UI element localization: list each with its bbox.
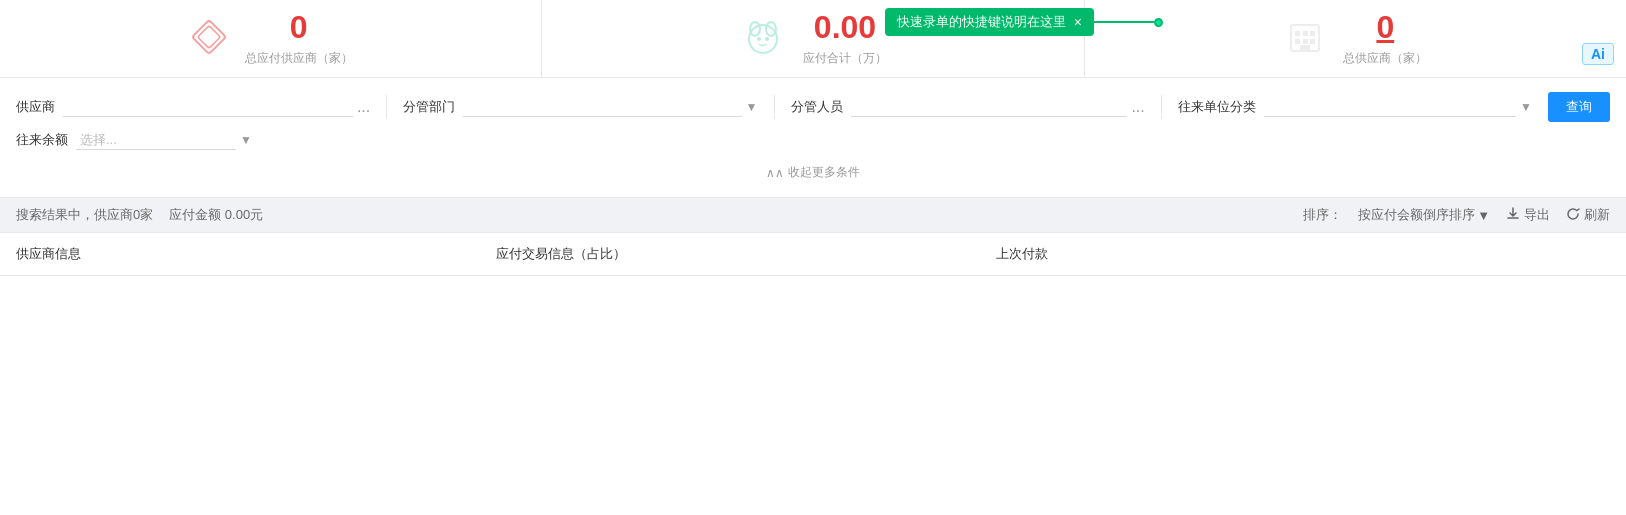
department-input[interactable]: [463, 97, 741, 117]
tooltip-text: 快速录单的快捷键说明在这里: [897, 13, 1066, 31]
export-button[interactable]: 导出: [1506, 206, 1550, 224]
tooltip-wrapper: 快速录单的快捷键说明在这里 ×: [885, 8, 1163, 36]
filter-bar: 供应商 ... 分管部门 ▼ 分管人员 ... 往来单位分类 ▼ 查询: [0, 78, 1626, 198]
tooltip-close-btn[interactable]: ×: [1074, 14, 1082, 30]
stat-total-suppliers: 快速录单的快捷键说明在这里 × 0: [1085, 0, 1626, 77]
sort-select[interactable]: 按应付会额倒序排序 ▼: [1358, 206, 1490, 224]
sort-chevron: ▼: [1477, 208, 1490, 223]
svg-rect-12: [1303, 39, 1308, 44]
export-label: 导出: [1524, 206, 1550, 224]
amount-label: 应付金额 0.00元: [169, 206, 263, 224]
table-body: [0, 276, 1626, 515]
svg-point-2: [749, 25, 777, 53]
svg-rect-10: [1310, 31, 1315, 36]
tooltip-connector: [1094, 21, 1154, 23]
balance-input[interactable]: [76, 130, 236, 150]
filter-row-1: 供应商 ... 分管部门 ▼ 分管人员 ... 往来单位分类 ▼ 查询: [16, 92, 1610, 122]
svg-rect-8: [1295, 31, 1300, 36]
svg-rect-11: [1295, 39, 1300, 44]
refresh-label: 刷新: [1584, 206, 1610, 224]
results-actions: 排序： 按应付会额倒序排序 ▼ 导出 刷新: [1303, 206, 1610, 224]
person-label: 分管人员: [791, 98, 843, 116]
supplier-dots[interactable]: ...: [357, 98, 370, 116]
diamond-icon: [189, 17, 229, 60]
tooltip-popup: 快速录单的快捷键说明在这里 ×: [885, 8, 1094, 36]
total-suppliers-number: 0: [1376, 10, 1394, 45]
divider-3: [1161, 95, 1162, 119]
person-dots[interactable]: ...: [1131, 98, 1144, 116]
collapse-bar: ∧∧ 收起更多条件: [16, 158, 1610, 191]
stats-bar: 0 总应付供应商（家） 0.00 应付合计（万）: [0, 0, 1626, 78]
department-chevron: ▼: [746, 100, 758, 114]
sort-option: 按应付会额倒序排序: [1358, 206, 1475, 224]
department-label: 分管部门: [403, 98, 455, 116]
total-suppliers-label: 总供应商（家）: [1343, 50, 1427, 67]
col-header-transaction: 应付交易信息（占比）: [496, 245, 996, 263]
filter-row-2: 往来余额 ▼: [16, 130, 1610, 150]
svg-rect-0: [192, 20, 226, 54]
col-header-supplier: 供应商信息: [16, 245, 496, 263]
balance-label: 往来余额: [16, 131, 68, 149]
svg-rect-9: [1303, 31, 1308, 36]
collapse-label: 收起更多条件: [788, 164, 860, 181]
divider-1: [386, 95, 387, 119]
person-input[interactable]: [851, 97, 1128, 117]
refresh-icon: [1566, 207, 1580, 224]
search-result-label: 搜索结果中，供应商0家: [16, 206, 153, 224]
ai-badge[interactable]: Ai: [1582, 43, 1614, 65]
collapse-up-icon: ∧∧: [766, 166, 784, 180]
svg-point-3: [750, 22, 760, 36]
col-header-payment: 上次付款: [996, 245, 1610, 263]
building-icon: [1283, 15, 1327, 62]
unit-class-input[interactable]: [1264, 97, 1516, 117]
supplier-label: 供应商: [16, 98, 55, 116]
svg-point-5: [757, 37, 761, 41]
filter-balance: 往来余额 ▼: [16, 130, 296, 150]
results-info: 搜索结果中，供应商0家 应付金额 0.00元: [16, 206, 263, 224]
payable-total-number: 0.00: [814, 10, 876, 45]
cat-icon: [739, 13, 787, 64]
refresh-button[interactable]: 刷新: [1566, 206, 1610, 224]
stat-total-payable-suppliers: 0 总应付供应商（家）: [0, 0, 542, 77]
sort-prefix: 排序：: [1303, 206, 1342, 224]
payable-total-label: 应付合计（万）: [803, 50, 887, 67]
balance-chevron: ▼: [240, 133, 252, 147]
query-button[interactable]: 查询: [1548, 92, 1610, 122]
svg-point-6: [765, 37, 769, 41]
total-payable-number: 0: [290, 10, 308, 45]
results-bar: 搜索结果中，供应商0家 应付金额 0.00元 排序： 按应付会额倒序排序 ▼ 导…: [0, 198, 1626, 233]
svg-rect-14: [1300, 45, 1310, 51]
svg-rect-13: [1310, 39, 1315, 44]
tooltip-dot: [1154, 18, 1163, 27]
unit-class-chevron: ▼: [1520, 100, 1532, 114]
collapse-button[interactable]: ∧∧ 收起更多条件: [766, 164, 860, 181]
export-icon: [1506, 207, 1520, 224]
table-header: 供应商信息 应付交易信息（占比） 上次付款: [0, 233, 1626, 276]
filter-supplier: 供应商 ...: [16, 97, 370, 117]
filter-person: 分管人员 ...: [791, 97, 1145, 117]
unit-class-label: 往来单位分类: [1178, 98, 1256, 116]
divider-2: [774, 95, 775, 119]
svg-point-4: [766, 22, 776, 36]
supplier-input[interactable]: [63, 97, 353, 117]
filter-department: 分管部门 ▼: [403, 97, 757, 117]
filter-unit-class: 往来单位分类 ▼: [1178, 97, 1532, 117]
total-payable-label: 总应付供应商（家）: [245, 50, 353, 67]
